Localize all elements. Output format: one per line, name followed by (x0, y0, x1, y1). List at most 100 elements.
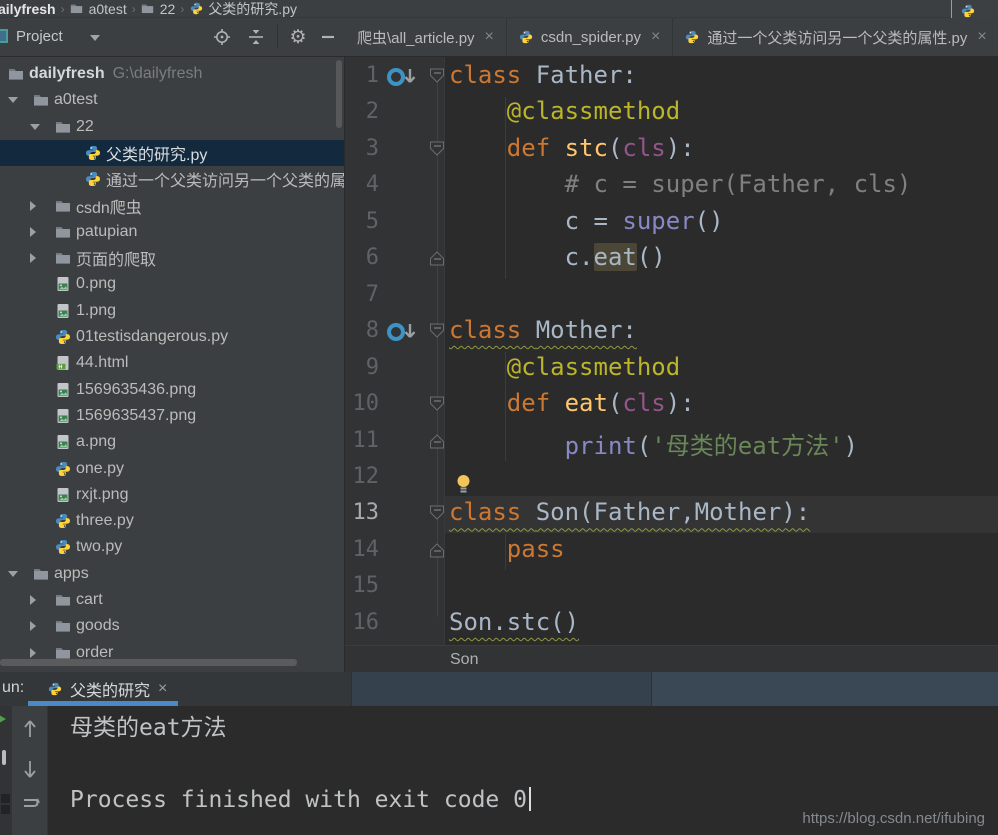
breadcrumb-item-3[interactable]: 22 (141, 1, 175, 17)
line-number[interactable]: 14 (345, 537, 380, 562)
code-line[interactable]: 12 (345, 460, 998, 497)
code-editor[interactable]: 1 class Father: 2 @classmethod 3 def stc(cl… (345, 57, 998, 645)
tree-item[interactable]: cart (0, 587, 344, 613)
breadcrumb-item-1[interactable]: ailyfresh (0, 1, 56, 17)
line-number[interactable]: 6 (345, 245, 379, 270)
rerun-icon[interactable] (0, 712, 6, 726)
line-number[interactable]: 16 (345, 610, 380, 635)
line-number[interactable]: 1 (345, 63, 379, 88)
close-icon[interactable]: × (651, 28, 660, 46)
line-number[interactable]: 2 (345, 99, 379, 124)
chevron-collapsed-icon[interactable] (30, 253, 36, 264)
line-number[interactable]: 3 (345, 136, 379, 161)
overridden-marker-icon[interactable] (387, 320, 417, 348)
editor-tab-1[interactable]: 爬虫\all_article.py × (345, 18, 507, 56)
code-line[interactable]: 11 print('母类的eat方法') (345, 424, 998, 461)
collapse-all-icon[interactable] (246, 27, 266, 47)
line-number[interactable]: 12 (345, 464, 380, 489)
tree-item[interactable]: a0test (0, 87, 344, 113)
chevron-expanded-icon[interactable] (8, 570, 18, 577)
line-number[interactable]: 5 (345, 209, 379, 234)
fold-region-end-icon[interactable] (429, 433, 446, 453)
chevron-expanded-icon[interactable] (8, 97, 18, 104)
line-number[interactable]: 4 (345, 172, 379, 197)
tree-item[interactable]: 1569635436.png (0, 377, 344, 403)
tree-item[interactable]: order (0, 640, 344, 666)
chevron-collapsed-icon[interactable] (30, 200, 36, 211)
locate-file-icon[interactable] (212, 27, 232, 47)
breadcrumb-item-2[interactable]: a0test (70, 1, 127, 17)
project-panel-title[interactable]: Project (16, 28, 63, 45)
chevron-collapsed-icon[interactable] (30, 621, 36, 632)
code-line[interactable]: 9 @classmethod (345, 351, 998, 388)
editor-tab-2[interactable]: csdn_spider.py × (507, 18, 674, 56)
tree-item[interactable]: csdn爬虫 (0, 193, 344, 219)
settings-gear-icon[interactable]: ⚙ (288, 27, 308, 48)
line-number[interactable]: 11 (345, 428, 380, 453)
overridden-marker-icon[interactable] (387, 65, 417, 93)
line-number[interactable]: 13 (345, 500, 380, 525)
toolbar-partial-icon[interactable] (2, 750, 6, 765)
tree-item[interactable]: 1.png (0, 298, 344, 324)
code-line[interactable]: 6 c.eat() (345, 241, 998, 278)
tree-item[interactable]: goods (0, 613, 344, 639)
line-number[interactable]: 15 (345, 573, 380, 598)
tree-item[interactable]: apps (0, 561, 344, 587)
chevron-collapsed-icon[interactable] (30, 595, 36, 605)
arrow-up-icon[interactable] (21, 718, 39, 745)
close-icon[interactable]: × (158, 680, 167, 698)
hide-panel-icon[interactable] (318, 27, 338, 47)
fold-region-start-icon[interactable] (429, 68, 446, 88)
code-line[interactable]: 16 Son.stc() (345, 606, 998, 643)
code-line[interactable]: 4 # c = super(Father, cls) (345, 168, 998, 205)
breadcrumb-item-4[interactable]: 父类的研究.py (189, 0, 297, 17)
line-number[interactable]: 7 (345, 282, 379, 307)
code-line[interactable]: 14 pass (345, 533, 998, 570)
code-line[interactable]: 3 def stc(cls): (345, 132, 998, 169)
code-line[interactable]: 2 @classmethod (345, 95, 998, 132)
tree-item[interactable]: a.png (0, 429, 344, 455)
code-line[interactable]: 7 (345, 278, 998, 315)
tree-item[interactable]: two.py (0, 534, 344, 560)
tree-item[interactable]: rxjt.png (0, 482, 344, 508)
code-line[interactable]: 15 (345, 569, 998, 606)
code-line[interactable]: 5 c = super() (345, 205, 998, 242)
fold-region-start-icon[interactable] (429, 505, 446, 525)
tree-item[interactable]: 22 (0, 114, 344, 140)
close-icon[interactable]: × (977, 28, 986, 46)
line-number[interactable]: 10 (345, 391, 380, 416)
code-line[interactable]: 1 class Father: (345, 59, 998, 96)
line-number[interactable]: 8 (345, 318, 379, 343)
tree-item[interactable]: dailyfresh G:\dailyfresh (0, 61, 344, 87)
breadcrumb-item[interactable]: Son (450, 651, 478, 668)
run-console[interactable]: 母类的eat方法 Process finished with exit code … (0, 706, 998, 835)
tree-item[interactable]: 01testisdangerous.py (0, 324, 344, 350)
close-icon[interactable]: × (485, 28, 494, 46)
chevron-collapsed-icon[interactable] (30, 226, 36, 237)
tree-item[interactable]: 父类的研究.py (0, 139, 344, 166)
arrow-down-icon[interactable] (21, 758, 39, 785)
code-line[interactable]: 13 class Son(Father,Mother): (345, 496, 998, 534)
chevron-expanded-icon[interactable] (30, 123, 40, 130)
fold-region-end-icon[interactable] (429, 542, 446, 562)
tree-item[interactable]: 通过一个父类访问另一个父类的属性.p (0, 166, 344, 192)
tree-item[interactable]: 0.png (0, 271, 344, 297)
code-line[interactable]: 10 def eat(cls): (345, 387, 998, 424)
chevron-collapsed-icon[interactable] (30, 647, 36, 658)
fold-region-end-icon[interactable] (429, 250, 446, 270)
tree-item[interactable]: one.py (0, 456, 344, 482)
skip-icon[interactable] (21, 794, 41, 819)
chevron-down-icon[interactable] (90, 35, 100, 41)
fold-region-start-icon[interactable] (429, 396, 446, 416)
editor-breadcrumb[interactable]: Son (345, 645, 998, 672)
tree-item[interactable]: 1569635437.png (0, 403, 344, 429)
toolbar-partial-icon[interactable] (1, 794, 10, 803)
fold-region-start-icon[interactable] (429, 141, 446, 161)
line-number[interactable]: 9 (345, 355, 379, 380)
tree-item[interactable]: three.py (0, 508, 344, 534)
intention-bulb-icon[interactable] (455, 474, 472, 498)
tree-item[interactable]: 页面的爬取 (0, 245, 344, 271)
tree-item[interactable]: patupian (0, 219, 344, 245)
tree-item[interactable]: H 44.html (0, 350, 344, 376)
fold-region-start-icon[interactable] (429, 323, 446, 343)
